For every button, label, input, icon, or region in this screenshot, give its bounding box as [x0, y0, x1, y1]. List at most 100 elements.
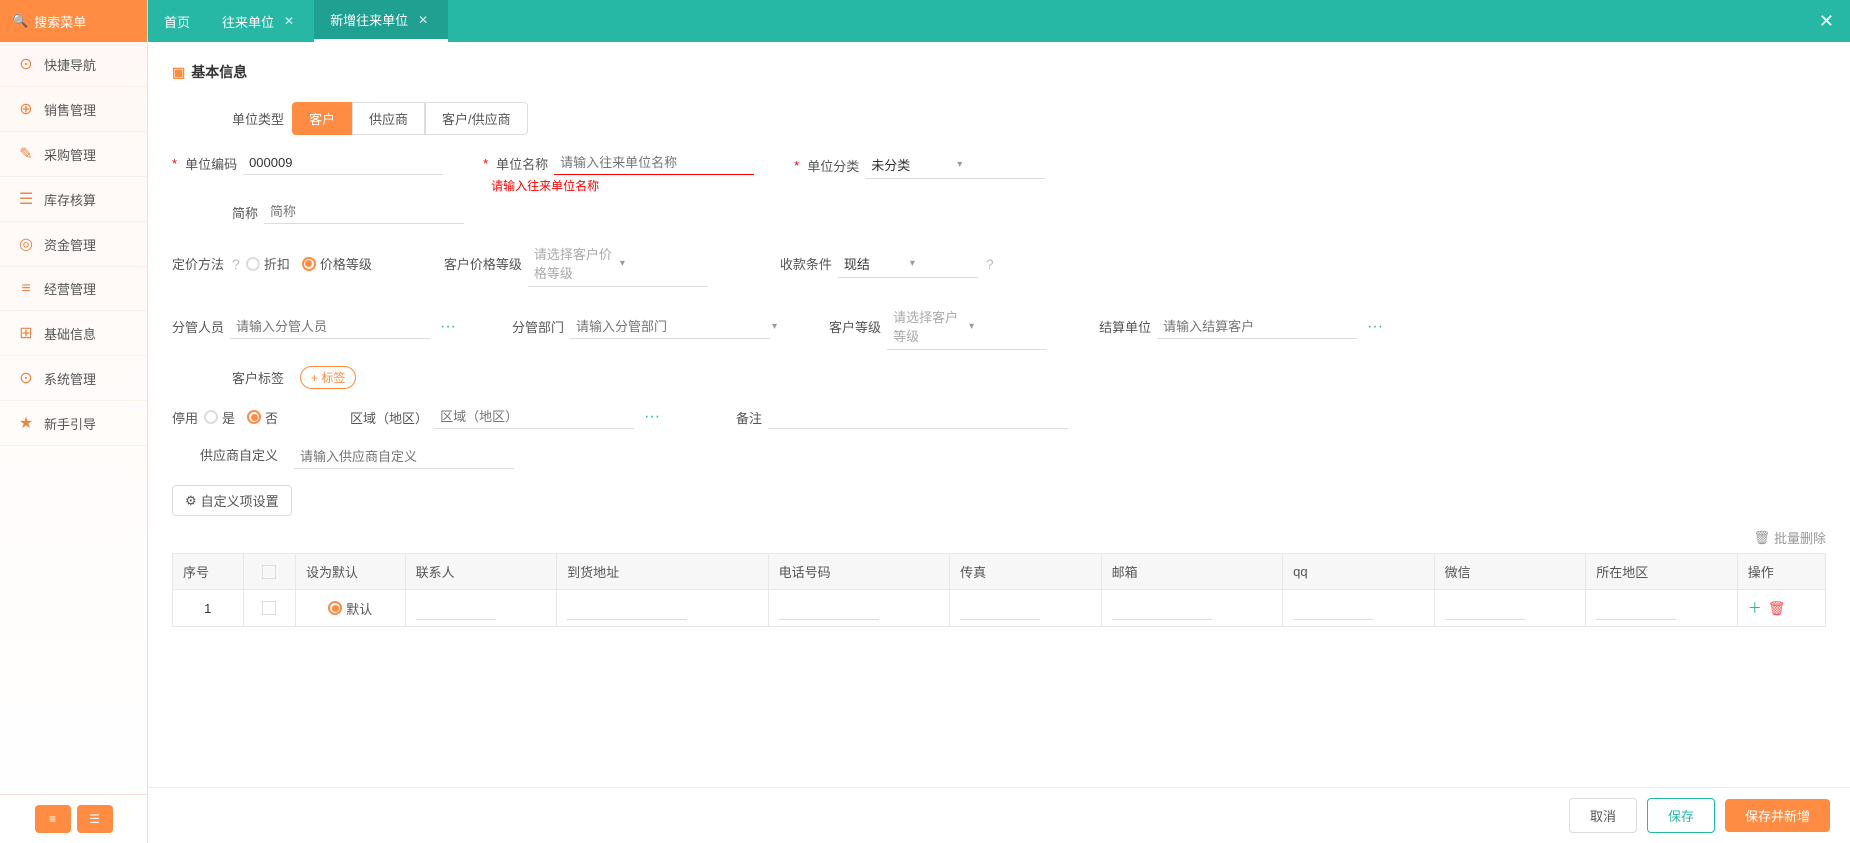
tab-partner[interactable]: 往来单位 ✕	[206, 0, 314, 42]
unit-name-required: *	[483, 156, 488, 171]
unit-btn-both[interactable]: 客户/供应商	[425, 102, 528, 135]
location-input[interactable]	[1596, 596, 1676, 620]
dept-select[interactable]: ▾	[772, 321, 777, 332]
sidebar-item-guide[interactable]: ★ 新手引导	[0, 401, 147, 446]
unit-code-input[interactable]	[243, 151, 443, 175]
disabled-no-radio[interactable]	[247, 410, 261, 424]
supplier-custom-input[interactable]	[294, 445, 514, 469]
disabled-yes-radio[interactable]	[204, 410, 218, 424]
sidebar-item-operations[interactable]: ≡ 经营管理	[0, 267, 147, 311]
region-input[interactable]	[434, 405, 634, 429]
wechat-input[interactable]	[1445, 596, 1525, 620]
customer-level-placeholder: 请选择客户等级	[893, 307, 965, 345]
sidebar-item-basic-info[interactable]: ⊞ 基础信息	[0, 311, 147, 356]
sidebar-footer-btn2[interactable]: ☰	[77, 805, 113, 833]
table-header: 序号 设为默认 联系人 到货地址 电话号码 传真 邮箱 qq 微信 所在地区 操…	[173, 554, 1826, 590]
phone-input[interactable]	[779, 596, 879, 620]
email-input[interactable]	[1112, 596, 1212, 620]
address-input[interactable]	[567, 596, 687, 620]
payment-terms-select[interactable]: 现结 ▾	[838, 250, 978, 278]
row-checkbox[interactable]	[262, 601, 276, 615]
short-name-input[interactable]	[264, 200, 464, 224]
tab-partner-close-icon[interactable]: ✕	[280, 12, 298, 30]
unit-code-group: * 单位编码	[172, 151, 443, 175]
sidebar-footer-btn1[interactable]: ≡	[35, 805, 71, 833]
tab-new-partner-close-icon[interactable]: ✕	[414, 11, 432, 29]
customer-price-level-select[interactable]: 请选择客户价格等级 ▾	[528, 240, 708, 287]
sidebar-item-finance[interactable]: ◎ 资金管理	[0, 222, 147, 267]
dept-input[interactable]	[570, 315, 770, 339]
disabled-yes-option[interactable]: 是	[204, 408, 235, 427]
row-actions: ＋ 🗑	[1748, 598, 1815, 618]
row-delete-icon[interactable]: 🗑	[1768, 600, 1786, 617]
manager-row: 分管人员 ··· 分管部门 ▾ 客户等级 请选择客户等级 ▾ 结算单位	[172, 303, 1826, 350]
section-title-label: 基本信息	[191, 62, 247, 82]
dept-arrow-icon: ▾	[772, 321, 777, 332]
pricing-discount-radio[interactable]	[246, 257, 260, 271]
sidebar-item-label: 资金管理	[44, 235, 96, 254]
sidebar-search-label: 搜索菜单	[34, 12, 86, 31]
short-name-row: 简称	[232, 200, 1826, 224]
cancel-button[interactable]: 取消	[1569, 798, 1637, 833]
sidebar-item-label: 基础信息	[44, 324, 96, 343]
unit-type-row: 单位类型 客户 供应商 客户/供应商	[232, 102, 1826, 135]
unit-category-select[interactable]: 未分类 ▾	[865, 151, 1045, 179]
custom-settings-button[interactable]: ⚙ 自定义项设置	[172, 485, 292, 516]
dept-label: 分管部门	[512, 317, 564, 336]
pricing-discount-option[interactable]: 折扣	[246, 254, 290, 273]
pricing-discount-label: 折扣	[264, 254, 290, 273]
remark-input[interactable]	[768, 405, 1068, 429]
unit-btn-supplier[interactable]: 供应商	[352, 102, 425, 135]
pricing-help-icon[interactable]: ?	[232, 256, 240, 272]
row-default-radio[interactable]: 默认	[306, 599, 395, 618]
content-area: ▣ 基本信息 单位类型 客户 供应商 客户/供应商 * 单位编码 *	[148, 42, 1850, 787]
pricing-level-radio[interactable]	[302, 257, 316, 271]
header-checkbox[interactable]	[262, 565, 276, 579]
disabled-no-option[interactable]: 否	[247, 408, 278, 427]
row-default-label: 默认	[346, 599, 372, 618]
window-close-button[interactable]: ✕	[1803, 0, 1850, 42]
sidebar-search[interactable]: 🔍 搜索菜单	[0, 0, 147, 42]
disabled-radio-group: 是 否	[204, 408, 278, 427]
add-tag-button[interactable]: + 标签	[300, 366, 356, 389]
settlement-unit-more-icon[interactable]: ···	[1363, 318, 1387, 336]
row-default-radio-circle[interactable]	[328, 601, 342, 615]
col-phone: 电话号码	[768, 554, 950, 590]
pricing-level-label: 价格等级	[320, 254, 372, 273]
operations-icon: ≡	[16, 280, 36, 298]
tab-new-partner[interactable]: 新增往来单位 ✕	[314, 0, 448, 42]
save-button[interactable]: 保存	[1647, 798, 1715, 833]
unit-name-input[interactable]	[554, 151, 754, 175]
sidebar-item-purchase[interactable]: ✎ 采购管理	[0, 132, 147, 177]
manager-group: 分管人员 ···	[172, 315, 460, 339]
unit-category-group: * 单位分类 未分类 ▾	[794, 151, 1045, 179]
finance-icon: ◎	[16, 234, 36, 254]
contact-input[interactable]	[416, 596, 496, 620]
sidebar-item-sales[interactable]: ⊕ 销售管理	[0, 87, 147, 132]
qq-input[interactable]	[1293, 596, 1373, 620]
manager-input[interactable]	[230, 315, 430, 339]
settlement-unit-input[interactable]	[1157, 315, 1357, 339]
manager-label: 分管人员	[172, 317, 224, 336]
pricing-level-option[interactable]: 价格等级	[302, 254, 372, 273]
customer-price-level-arrow-icon: ▾	[620, 258, 702, 269]
section-basic-info: ▣ 基本信息	[172, 62, 1826, 82]
save-new-button[interactable]: 保存并新增	[1725, 799, 1830, 832]
region-more-icon[interactable]: ···	[640, 408, 664, 426]
cell-qq	[1283, 590, 1435, 627]
customer-level-select[interactable]: 请选择客户等级 ▾	[887, 303, 1047, 350]
unit-btn-customer[interactable]: 客户	[292, 102, 352, 135]
batch-delete-button[interactable]: 🗑 批量删除	[172, 528, 1826, 547]
tab-home[interactable]: 首页	[148, 0, 206, 42]
sidebar-item-quick-nav[interactable]: ⊙ 快捷导航	[0, 42, 147, 87]
unit-name-label: 单位名称	[496, 154, 548, 173]
row-add-icon[interactable]: ＋	[1748, 598, 1762, 618]
manager-more-icon[interactable]: ···	[436, 318, 460, 336]
fax-input[interactable]	[960, 596, 1040, 620]
sidebar-item-inventory[interactable]: ☰ 库存核算	[0, 177, 147, 222]
sidebar-footer: ≡ ☰	[0, 794, 147, 843]
payment-terms-help-icon[interactable]: ?	[986, 256, 994, 272]
payment-terms-label: 收款条件	[780, 254, 832, 273]
sidebar-item-system[interactable]: ⊙ 系统管理	[0, 356, 147, 401]
customer-level-label: 客户等级	[829, 317, 881, 336]
